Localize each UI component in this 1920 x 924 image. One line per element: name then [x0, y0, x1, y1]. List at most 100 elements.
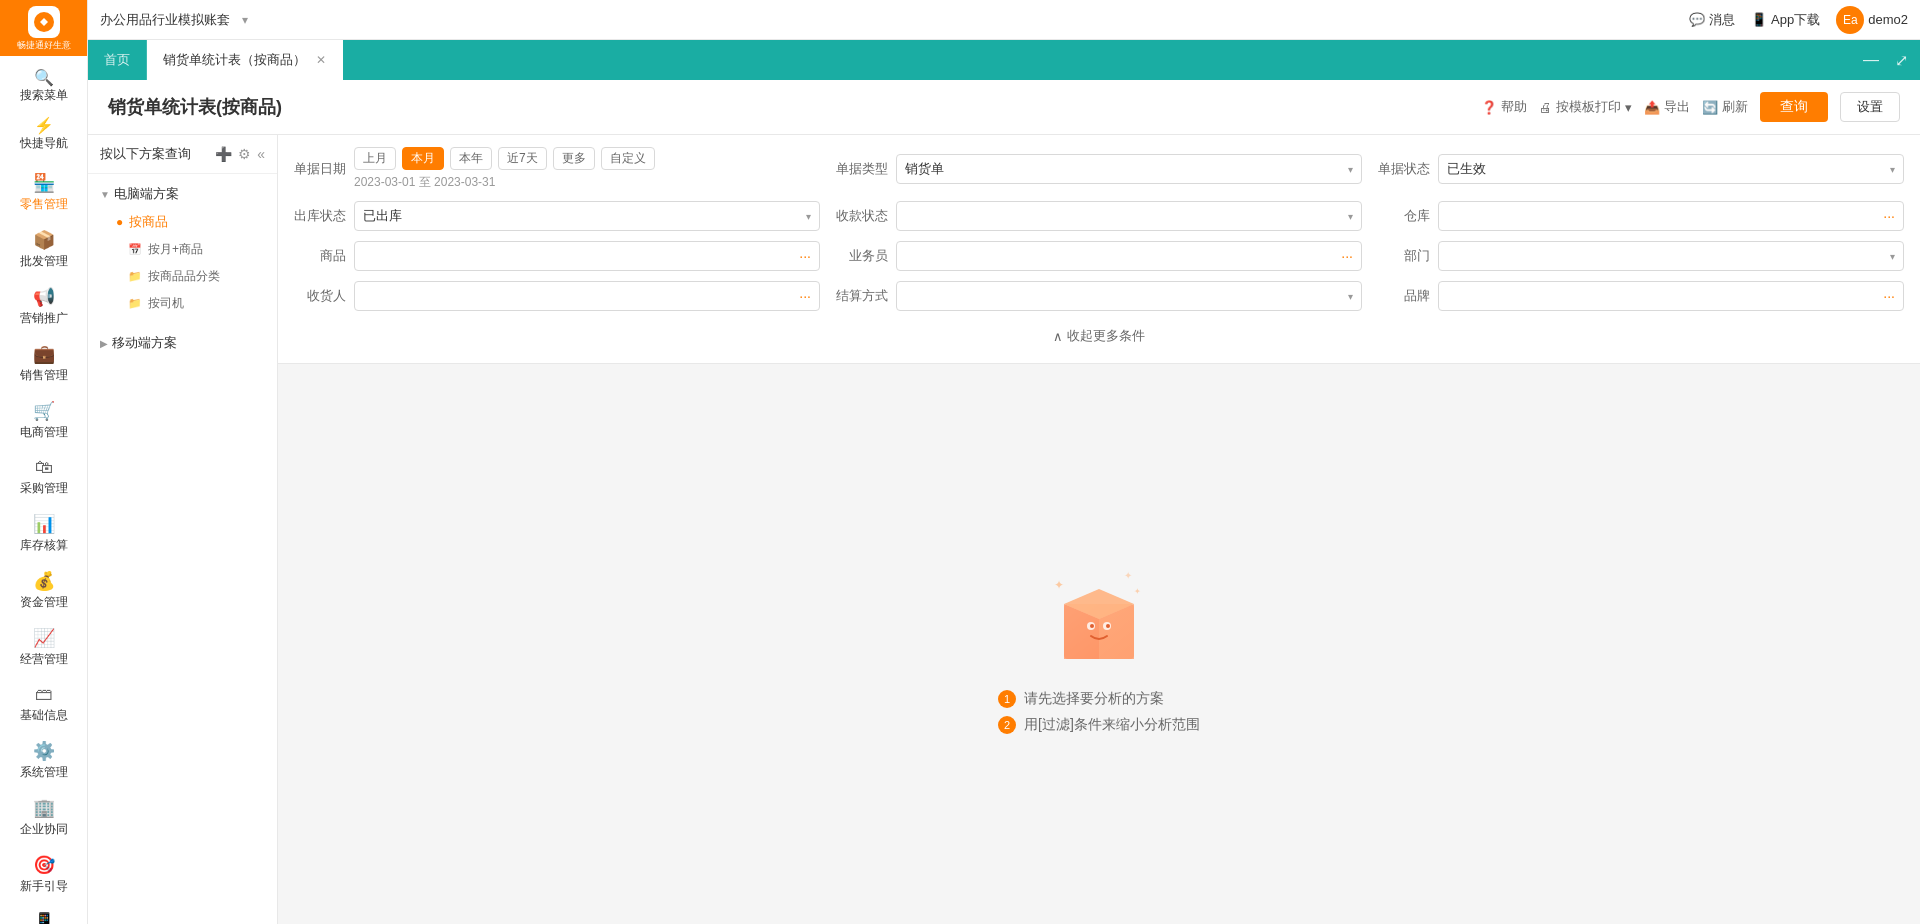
doc-type-control[interactable]: 销货单 ▾ [896, 154, 1362, 184]
sidebar-item-newbie[interactable]: 🎯 新手引导 [0, 846, 87, 903]
tab-close-btn[interactable]: ✕ [316, 53, 326, 67]
help-icon: ❓ [1481, 100, 1497, 115]
sidebar-item-system[interactable]: ⚙️ 系统管理 [0, 732, 87, 789]
collapse-btn[interactable]: ∧ 收起更多条件 [294, 321, 1904, 351]
mobile-section: ▶ 移动端方案 [88, 323, 277, 363]
last-month-btn[interactable]: 上月 [354, 147, 396, 170]
custom-btn[interactable]: 自定义 [601, 147, 655, 170]
this-year-btn[interactable]: 本年 [450, 147, 492, 170]
print-dropdown-icon[interactable]: ▾ [1625, 100, 1632, 115]
tab-home[interactable]: 首页 [88, 40, 147, 80]
product-label: 商品 [294, 247, 346, 265]
ecommerce-icon: 🛒 [33, 400, 55, 422]
user-menu-btn[interactable]: Ea demo2 [1836, 6, 1908, 34]
refresh-btn[interactable]: 🔄 刷新 [1702, 98, 1748, 116]
collapse-panel-btn[interactable]: « [257, 146, 265, 162]
topbar-right: 💬 消息 📱 App下载 Ea demo2 [1689, 6, 1908, 34]
quick-nav-btn[interactable]: ⚡ 快捷导航 [0, 110, 87, 156]
doc-status-control[interactable]: 已生效 ▾ [1438, 154, 1904, 184]
doc-status-dropdown-icon: ▾ [1890, 164, 1895, 175]
warehouse-control[interactable]: ··· [1438, 201, 1904, 231]
basic-icon: 🗃 [35, 684, 53, 705]
download-icon: 📱 [1751, 12, 1767, 27]
department-control[interactable]: ▾ [1438, 241, 1904, 271]
inventory-icon: 📊 [33, 513, 55, 535]
mobile-section-title[interactable]: ▶ 移动端方案 [88, 329, 277, 357]
brand-dots[interactable]: ··· [1883, 288, 1895, 304]
department-dropdown-icon: ▾ [1890, 251, 1895, 262]
warehouse-label: 仓库 [1378, 207, 1430, 225]
brand-control[interactable]: ··· [1438, 281, 1904, 311]
sidebar-item-enterprise[interactable]: 🏢 企业协同 [0, 789, 87, 846]
print-template-btn[interactable]: 🖨 按模板打印 ▾ [1539, 98, 1632, 116]
page-header: 销货单统计表(按商品) ❓ 帮助 🖨 按模板打印 ▾ 📤 导出 [88, 80, 1920, 135]
sidebar-item-basic[interactable]: 🗃 基础信息 [0, 676, 87, 732]
out-status-control[interactable]: 已出库 ▾ [354, 201, 820, 231]
left-panel-title: 按以下方案查询 [100, 145, 191, 163]
this-month-btn[interactable]: 本月 [402, 147, 444, 170]
doc-type-value: 销货单 [905, 160, 1344, 178]
empty-tip-1: 1 请先选择要分析的方案 [998, 690, 1200, 708]
left-panel-header: 按以下方案查询 ➕ ⚙ « [88, 135, 277, 174]
search-menu-btn[interactable]: 🔍 搜索菜单 [0, 56, 87, 110]
tree-item-by-product[interactable]: ● 按商品 [88, 208, 277, 236]
recipient-dots[interactable]: ··· [799, 288, 811, 304]
product-dots[interactable]: ··· [799, 248, 811, 264]
operations-icon: 📈 [33, 627, 55, 649]
settings-button[interactable]: 设置 [1840, 92, 1900, 122]
svg-text:✦: ✦ [1124, 570, 1132, 581]
doc-type-dropdown-icon: ▾ [1348, 164, 1353, 175]
wholesale-icon: 📦 [33, 229, 55, 251]
sidebar-item-finance[interactable]: 💰 资金管理 [0, 562, 87, 619]
last-7-days-btn[interactable]: 近7天 [498, 147, 547, 170]
export-icon: 📤 [1644, 100, 1660, 115]
help-btn[interactable]: ❓ 帮助 [1481, 98, 1527, 116]
message-btn[interactable]: 💬 消息 [1689, 11, 1735, 29]
query-button[interactable]: 查询 [1760, 92, 1828, 122]
salesperson-dots[interactable]: ··· [1341, 248, 1353, 264]
department-label: 部门 [1378, 247, 1430, 265]
finance-icon: 💰 [33, 570, 55, 592]
minimize-window-btn[interactable]: — [1859, 47, 1883, 73]
sidebar-item-app-center[interactable]: 📱 应用中心 [0, 903, 87, 924]
doc-type-field: 单据类型 销货单 ▾ [836, 147, 1362, 191]
sidebar-item-sales[interactable]: 💼 销售管理 [0, 335, 87, 392]
recipient-field: 收货人 ··· [294, 281, 820, 311]
maximize-window-btn[interactable]: ⤢ [1891, 47, 1912, 74]
payment-status-control[interactable]: ▾ [896, 201, 1362, 231]
sidebar: 畅捷通好生意 🔍 搜索菜单 ⚡ 快捷导航 🏪 零售管理 📦 批发管理 📢 营销推… [0, 0, 88, 924]
tree-item-by-category[interactable]: 📁 按商品品分类 [88, 263, 277, 290]
add-scheme-btn[interactable]: ➕ [215, 146, 232, 162]
right-panel: 单据日期 上月 本月 本年 近7天 更多 自定义 20 [278, 135, 1920, 924]
more-btn[interactable]: 更多 [553, 147, 595, 170]
doc-status-label: 单据状态 [1378, 160, 1430, 178]
logo-icon [28, 6, 60, 38]
edit-scheme-btn[interactable]: ⚙ [238, 146, 251, 162]
sidebar-item-wholesale[interactable]: 📦 批发管理 [0, 221, 87, 278]
industry-dropdown-icon[interactable]: ▾ [242, 13, 248, 27]
sidebar-item-purchase[interactable]: 🛍 采购管理 [0, 449, 87, 505]
app-download-btn[interactable]: 📱 App下载 [1751, 11, 1820, 29]
salesperson-control[interactable]: ··· [896, 241, 1362, 271]
sidebar-item-inventory[interactable]: 📊 库存核算 [0, 505, 87, 562]
warehouse-dots[interactable]: ··· [1883, 208, 1895, 224]
payment-method-control[interactable]: ▾ [896, 281, 1362, 311]
sidebar-item-ecommerce[interactable]: 🛒 电商管理 [0, 392, 87, 449]
tree-item-by-month-product[interactable]: 📅 按月+商品 [88, 236, 277, 263]
empty-illustration: ✦ ✦ ✦ [1039, 554, 1159, 674]
pc-section-title[interactable]: ▼ 电脑端方案 [88, 180, 277, 208]
payment-method-field: 结算方式 ▾ [836, 281, 1362, 311]
filter-row-3: 商品 ··· 业务员 ··· [294, 241, 1904, 271]
recipient-control[interactable]: ··· [354, 281, 820, 311]
sidebar-item-retail[interactable]: 🏪 零售管理 [0, 164, 87, 221]
svg-text:✦: ✦ [1054, 578, 1064, 592]
export-btn[interactable]: 📤 导出 [1644, 98, 1690, 116]
sidebar-item-operations[interactable]: 📈 经营管理 [0, 619, 87, 676]
product-control[interactable]: ··· [354, 241, 820, 271]
tree-item-by-driver[interactable]: 📁 按司机 [88, 290, 277, 317]
page-content: 销货单统计表(按商品) ❓ 帮助 🖨 按模板打印 ▾ 📤 导出 [88, 80, 1920, 924]
tab-sales-stats[interactable]: 销货单统计表（按商品） ✕ [147, 40, 343, 80]
sidebar-item-marketing[interactable]: 📢 营销推广 [0, 278, 87, 335]
doc-type-label: 单据类型 [836, 160, 888, 178]
tip-num-1: 1 [998, 690, 1016, 708]
